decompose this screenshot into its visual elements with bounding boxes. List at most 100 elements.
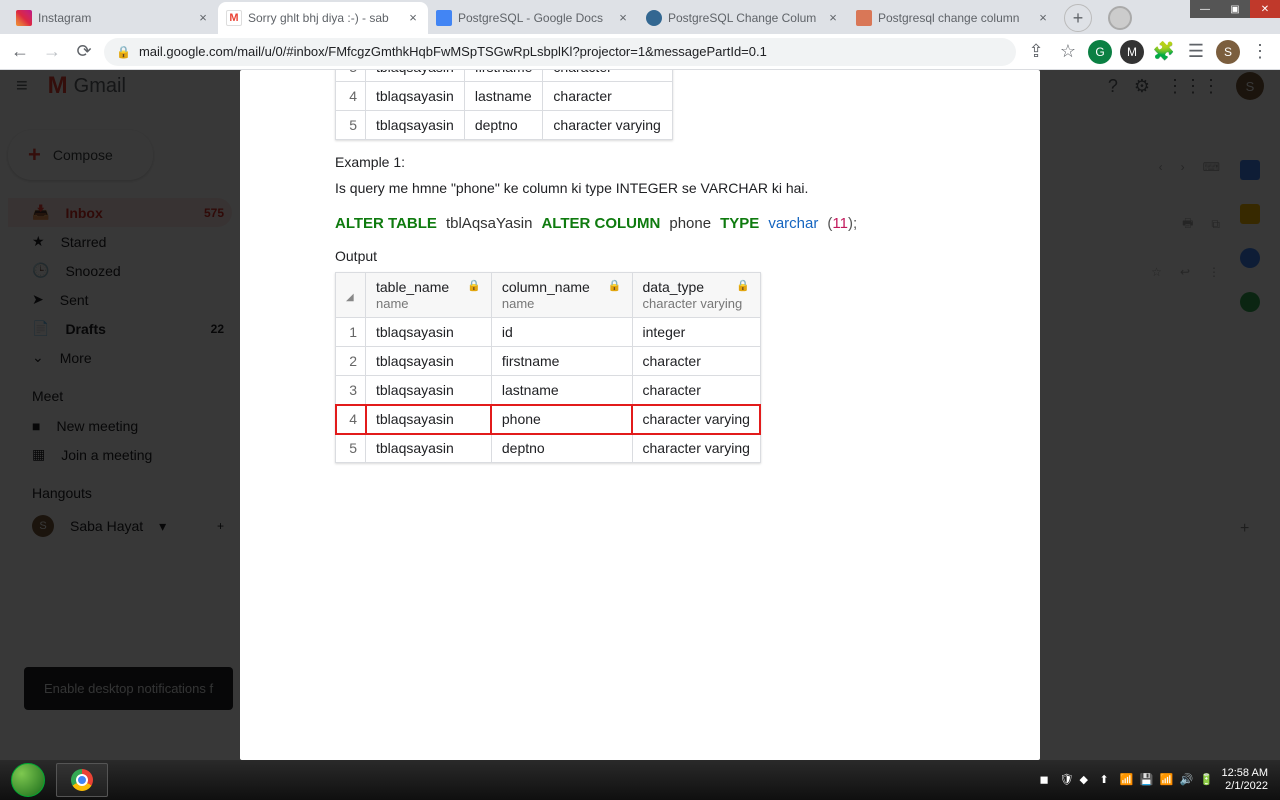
tray-icon[interactable]: ⬆ xyxy=(1100,773,1114,787)
windows-orb-icon xyxy=(11,763,45,797)
header-subtitle: name xyxy=(376,296,409,311)
sql-type: varchar xyxy=(768,215,818,232)
tab-gdocs[interactable]: PostgreSQL - Google Docs × xyxy=(428,2,638,34)
cell-data-type: character varying xyxy=(632,405,760,434)
output-heading: Output xyxy=(335,248,945,264)
lock-icon: 🔒 xyxy=(736,279,750,292)
chrome-profile-icon[interactable]: S xyxy=(1216,40,1240,64)
tray-icon[interactable]: 💾 xyxy=(1140,773,1154,787)
header-column-name: column_name 🔒 name xyxy=(491,273,632,318)
header-subtitle: name xyxy=(502,296,535,311)
example-heading: Example 1: xyxy=(335,154,945,170)
network-icon[interactable]: 📶 xyxy=(1160,773,1174,787)
start-button[interactable] xyxy=(4,763,52,797)
cell-column-name: deptno xyxy=(464,111,543,140)
site-icon xyxy=(856,10,872,26)
reading-list-icon[interactable]: ☰ xyxy=(1184,40,1208,64)
tray-icon[interactable]: 📶 xyxy=(1120,773,1134,787)
cell-column-name: firstname xyxy=(464,70,543,82)
sql-identifier: phone xyxy=(669,215,711,232)
cell-table-name: tblaqsayasin xyxy=(366,376,492,405)
cell-data-type: integer xyxy=(632,318,760,347)
clock-date: 2/1/2022 xyxy=(1222,780,1268,793)
minimize-button[interactable]: — xyxy=(1190,0,1220,18)
lock-icon: 🔒 xyxy=(467,279,481,292)
window-close-button[interactable]: ✕ xyxy=(1250,0,1280,18)
row-number: 3 xyxy=(336,70,366,82)
table-row: 5 tblaqsayasin deptno character varying xyxy=(336,111,673,140)
tab-instagram[interactable]: Instagram × xyxy=(8,2,218,34)
cell-column-name: firstname xyxy=(491,347,632,376)
lock-icon: 🔒 xyxy=(116,45,131,59)
postgres-icon xyxy=(646,10,662,26)
taskbar: ◼ 🛡 ◆ ⬆ 📶 💾 📶 🔊 🔋 12:58 AM 2/1/2022 xyxy=(0,760,1280,800)
tray-icons[interactable]: ◼ 🛡 ◆ ⬆ 📶 💾 📶 🔊 🔋 xyxy=(1040,773,1214,787)
cell-column-name: id xyxy=(491,318,632,347)
tray-icon[interactable]: 🛡 xyxy=(1060,773,1074,787)
gmail-icon: M xyxy=(226,10,242,26)
tab-title: PostgreSQL - Google Docs xyxy=(458,11,610,25)
cell-table-name: tblaqsayasin xyxy=(366,318,492,347)
battery-icon[interactable]: 🔋 xyxy=(1200,773,1214,787)
url-input[interactable]: 🔒 mail.google.com/mail/u/0/#inbox/FMfcgz… xyxy=(104,38,1016,66)
cell-data-type: character xyxy=(632,376,760,405)
tray-icon[interactable]: ◆ xyxy=(1080,773,1094,787)
chrome-icon xyxy=(71,769,93,791)
tab-close-icon[interactable]: × xyxy=(196,11,210,25)
paragraph: Is query me hmne "phone" ke column ki ty… xyxy=(335,180,945,196)
forward-button[interactable]: → xyxy=(40,40,64,64)
header-blank: ◢ xyxy=(336,273,366,318)
tab-title: Instagram xyxy=(38,11,190,25)
back-button[interactable]: ← xyxy=(8,40,32,64)
reload-button[interactable]: ⟳ xyxy=(72,40,96,64)
cell-column-name: lastname xyxy=(491,376,632,405)
extensions-icon[interactable]: 🧩 xyxy=(1152,40,1176,64)
header-data-type: data_type 🔒 character varying xyxy=(632,273,760,318)
new-tab-button[interactable]: + xyxy=(1064,4,1092,32)
row-number: 4 xyxy=(336,405,366,434)
table-row: 3 tblaqsayasin lastname character xyxy=(336,376,761,405)
tab-close-icon[interactable]: × xyxy=(406,11,420,25)
share-icon[interactable]: ⇪ xyxy=(1024,40,1048,64)
header-subtitle: character varying xyxy=(643,296,743,311)
clock[interactable]: 12:58 AM 2/1/2022 xyxy=(1222,767,1268,793)
lock-icon: 🔒 xyxy=(608,279,622,292)
cell-data-type: character xyxy=(543,70,673,82)
window-controls: — ▣ ✕ xyxy=(1190,0,1280,18)
row-number: 1 xyxy=(336,318,366,347)
bookmark-icon[interactable]: ☆ xyxy=(1056,40,1080,64)
tab-close-icon[interactable]: × xyxy=(616,11,630,25)
tab-postgres1[interactable]: PostgreSQL Change Colum × xyxy=(638,2,848,34)
system-tray: ◼ 🛡 ◆ ⬆ 📶 💾 📶 🔊 🔋 12:58 AM 2/1/2022 xyxy=(1040,767,1276,793)
cell-table-name: tblaqsayasin xyxy=(366,111,465,140)
tab-gmail[interactable]: M Sorry ghlt bhj diya :-) - sab × xyxy=(218,2,428,34)
tab-title: Sorry ghlt bhj diya :-) - sab xyxy=(248,11,400,25)
maximize-button[interactable]: ▣ xyxy=(1220,0,1250,18)
tab-close-icon[interactable]: × xyxy=(1036,11,1050,25)
profile-avatar[interactable] xyxy=(1108,6,1132,30)
chrome-menu-icon[interactable]: ⋮ xyxy=(1248,40,1272,64)
attachment-viewer: 3 tblaqsayasin firstname character 4 tbl… xyxy=(240,70,1040,760)
extension-icon[interactable]: G xyxy=(1088,40,1112,64)
tab-postgres2[interactable]: Postgresql change column × xyxy=(848,2,1058,34)
cell-data-type: character varying xyxy=(543,111,673,140)
row-number: 4 xyxy=(336,82,366,111)
table-row: 5 tblaqsayasin deptno character varying xyxy=(336,434,761,463)
header-title: data_type xyxy=(643,279,705,295)
sql-number: 11 xyxy=(832,215,848,232)
tab-close-icon[interactable]: × xyxy=(826,11,840,25)
sql-code-block: ALTER TABLE tblAqsaYasin ALTER COLUMN ph… xyxy=(335,208,945,238)
tray-icon[interactable]: ◼ xyxy=(1040,773,1054,787)
sql-identifier: tblAqsaYasin xyxy=(446,215,532,232)
row-number: 3 xyxy=(336,376,366,405)
row-number: 5 xyxy=(336,434,366,463)
header-title: column_name xyxy=(502,279,590,295)
header-title: table_name xyxy=(376,279,449,295)
header-table-name: table_name 🔒 name xyxy=(366,273,492,318)
row-number: 2 xyxy=(336,347,366,376)
volume-icon[interactable]: 🔊 xyxy=(1180,773,1194,787)
taskbar-chrome[interactable] xyxy=(56,763,108,797)
extension-icon[interactable]: M xyxy=(1120,40,1144,64)
cell-table-name: tblaqsayasin xyxy=(366,405,492,434)
url-text: mail.google.com/mail/u/0/#inbox/FMfcgzGm… xyxy=(139,44,767,59)
